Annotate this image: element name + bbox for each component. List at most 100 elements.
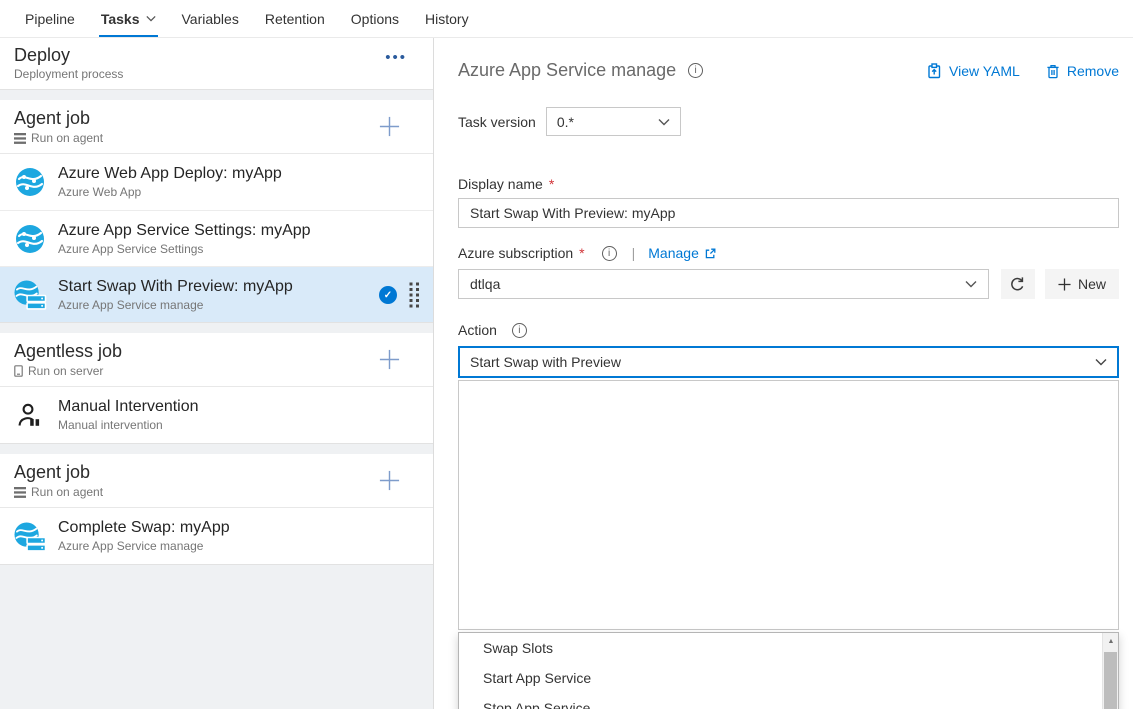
task-enabled-check-icon[interactable]: [379, 286, 397, 304]
task-detail-title: Azure App Service manage: [458, 60, 676, 81]
nav-history[interactable]: History: [425, 0, 469, 37]
globe-network-icon: [12, 166, 48, 198]
job-title: Agent job: [14, 462, 419, 483]
nav-history-label: History: [425, 11, 469, 27]
task-title: Start Swap With Preview: myApp: [58, 278, 293, 296]
scrollbar-thumb[interactable]: [1104, 652, 1117, 709]
task-row-manual-intervention[interactable]: Manual Intervention Manual intervention: [0, 387, 433, 443]
plus-icon: [1058, 278, 1071, 291]
process-subtitle: Deployment process: [14, 67, 419, 81]
task-title: Azure Web App Deploy: myApp: [58, 165, 282, 183]
agent-job-header-2[interactable]: Agent job Run on agent: [0, 454, 433, 508]
dropdown-scrollbar[interactable]: [1102, 633, 1118, 709]
separator: |: [632, 245, 636, 261]
device-icon: [14, 365, 23, 377]
info-icon[interactable]: [688, 63, 703, 78]
nav-variables[interactable]: Variables: [182, 0, 239, 37]
nav-options-label: Options: [351, 11, 399, 27]
job-subtitle: Run on agent: [31, 131, 103, 145]
chevron-down-icon: [146, 15, 156, 22]
display-name-label: Display name: [458, 176, 543, 192]
external-link-icon: [705, 248, 716, 259]
action-option-stop-app-service[interactable]: Stop App Service: [459, 693, 1102, 709]
task-subtitle: Azure App Service manage: [58, 298, 293, 312]
nav-retention[interactable]: Retention: [265, 0, 325, 37]
add-task-icon[interactable]: [378, 469, 401, 492]
required-marker: *: [549, 176, 554, 192]
job-subtitle: Run on server: [28, 364, 103, 378]
field-under-dropdown: [458, 380, 1119, 630]
agent-job-group-1: Agent job Run on agent Azure Web App Dep…: [0, 100, 433, 323]
azure-subscription-combobox[interactable]: dtlqa: [458, 269, 989, 299]
action-label: Action: [458, 322, 497, 338]
agent-job-group-2: Agent job Run on agent Complete Swap: my…: [0, 454, 433, 565]
globe-server-icon: [12, 279, 48, 310]
action-option-start-app-service[interactable]: Start App Service: [459, 663, 1102, 693]
job-title: Agentless job: [14, 341, 419, 362]
nav-pipeline[interactable]: Pipeline: [25, 0, 75, 37]
azure-subscription-value: dtlqa: [470, 276, 965, 292]
process-title: Deploy: [14, 45, 419, 66]
task-row-complete-swap[interactable]: Complete Swap: myApp Azure App Service m…: [0, 508, 433, 564]
task-title: Azure App Service Settings: myApp: [58, 222, 311, 240]
task-row-azure-app-service-settings[interactable]: Azure App Service Settings: myApp Azure …: [0, 210, 433, 266]
pipeline-tree-panel: Deploy Deployment process Agent job Run …: [0, 38, 434, 709]
required-marker: *: [579, 245, 584, 261]
task-subtitle: Azure App Service Settings: [58, 242, 311, 256]
deploy-process-header[interactable]: Deploy Deployment process: [0, 38, 433, 90]
refresh-button[interactable]: [1001, 269, 1035, 299]
refresh-icon: [1009, 276, 1026, 293]
task-version-select[interactable]: 0.*: [546, 107, 681, 136]
task-version-label: Task version: [458, 114, 536, 130]
action-dropdown-list: Swap Slots Start App Service Stop App Se…: [458, 632, 1119, 709]
more-menu-icon[interactable]: [385, 50, 407, 65]
task-title: Manual Intervention: [58, 398, 199, 416]
trash-icon: [1046, 63, 1060, 79]
add-task-icon[interactable]: [378, 115, 401, 138]
nav-options[interactable]: Options: [351, 0, 399, 37]
action-option-swap-slots[interactable]: Swap Slots: [459, 633, 1102, 663]
action-combobox[interactable]: Start Swap with Preview: [458, 346, 1119, 378]
person-pause-icon: [12, 402, 48, 429]
panel-background: [0, 565, 433, 709]
new-button-label: New: [1078, 276, 1106, 292]
remove-label: Remove: [1067, 63, 1119, 79]
divider: [0, 90, 433, 100]
remove-button[interactable]: Remove: [1046, 63, 1119, 79]
add-task-icon[interactable]: [378, 348, 401, 371]
azure-subscription-label: Azure subscription: [458, 245, 573, 261]
divider: [0, 444, 433, 454]
chevron-down-icon: [658, 118, 670, 126]
server-stack-icon: [14, 487, 26, 498]
top-nav: Pipeline Tasks Variables Retention Optio…: [0, 0, 1133, 38]
manage-link-label: Manage: [648, 245, 699, 261]
info-icon[interactable]: [602, 246, 617, 261]
nav-pipeline-label: Pipeline: [25, 11, 75, 27]
agentless-job-header[interactable]: Agentless job Run on server: [0, 333, 433, 387]
info-icon[interactable]: [512, 323, 527, 338]
view-yaml-label: View YAML: [949, 63, 1020, 79]
task-row-start-swap-with-preview[interactable]: Start Swap With Preview: myApp Azure App…: [0, 266, 433, 322]
job-title: Agent job: [14, 108, 419, 129]
task-subtitle: Azure Web App: [58, 185, 282, 199]
display-name-input[interactable]: [458, 198, 1119, 228]
globe-network-icon: [12, 223, 48, 255]
task-subtitle: Azure App Service manage: [58, 539, 230, 553]
task-title: Complete Swap: myApp: [58, 519, 230, 537]
action-value: Start Swap with Preview: [470, 354, 1095, 370]
task-subtitle: Manual intervention: [58, 418, 199, 432]
task-row-azure-web-app-deploy[interactable]: Azure Web App Deploy: myApp Azure Web Ap…: [0, 154, 433, 210]
view-yaml-button[interactable]: View YAML: [927, 63, 1020, 79]
nav-tasks[interactable]: Tasks: [101, 0, 156, 37]
scroll-up-icon[interactable]: [1103, 633, 1119, 649]
agent-job-header-1[interactable]: Agent job Run on agent: [0, 100, 433, 154]
manage-link[interactable]: Manage: [648, 245, 716, 261]
nav-variables-label: Variables: [182, 11, 239, 27]
document-clipboard-icon: [927, 63, 942, 79]
drag-handle-icon[interactable]: [409, 282, 420, 309]
agentless-job-group: Agentless job Run on server Manual Inter…: [0, 333, 433, 444]
divider: [0, 323, 433, 333]
task-detail-panel: Azure App Service manage View YAML Remov…: [434, 38, 1133, 709]
server-stack-icon: [14, 133, 26, 144]
new-subscription-button[interactable]: New: [1045, 269, 1119, 299]
